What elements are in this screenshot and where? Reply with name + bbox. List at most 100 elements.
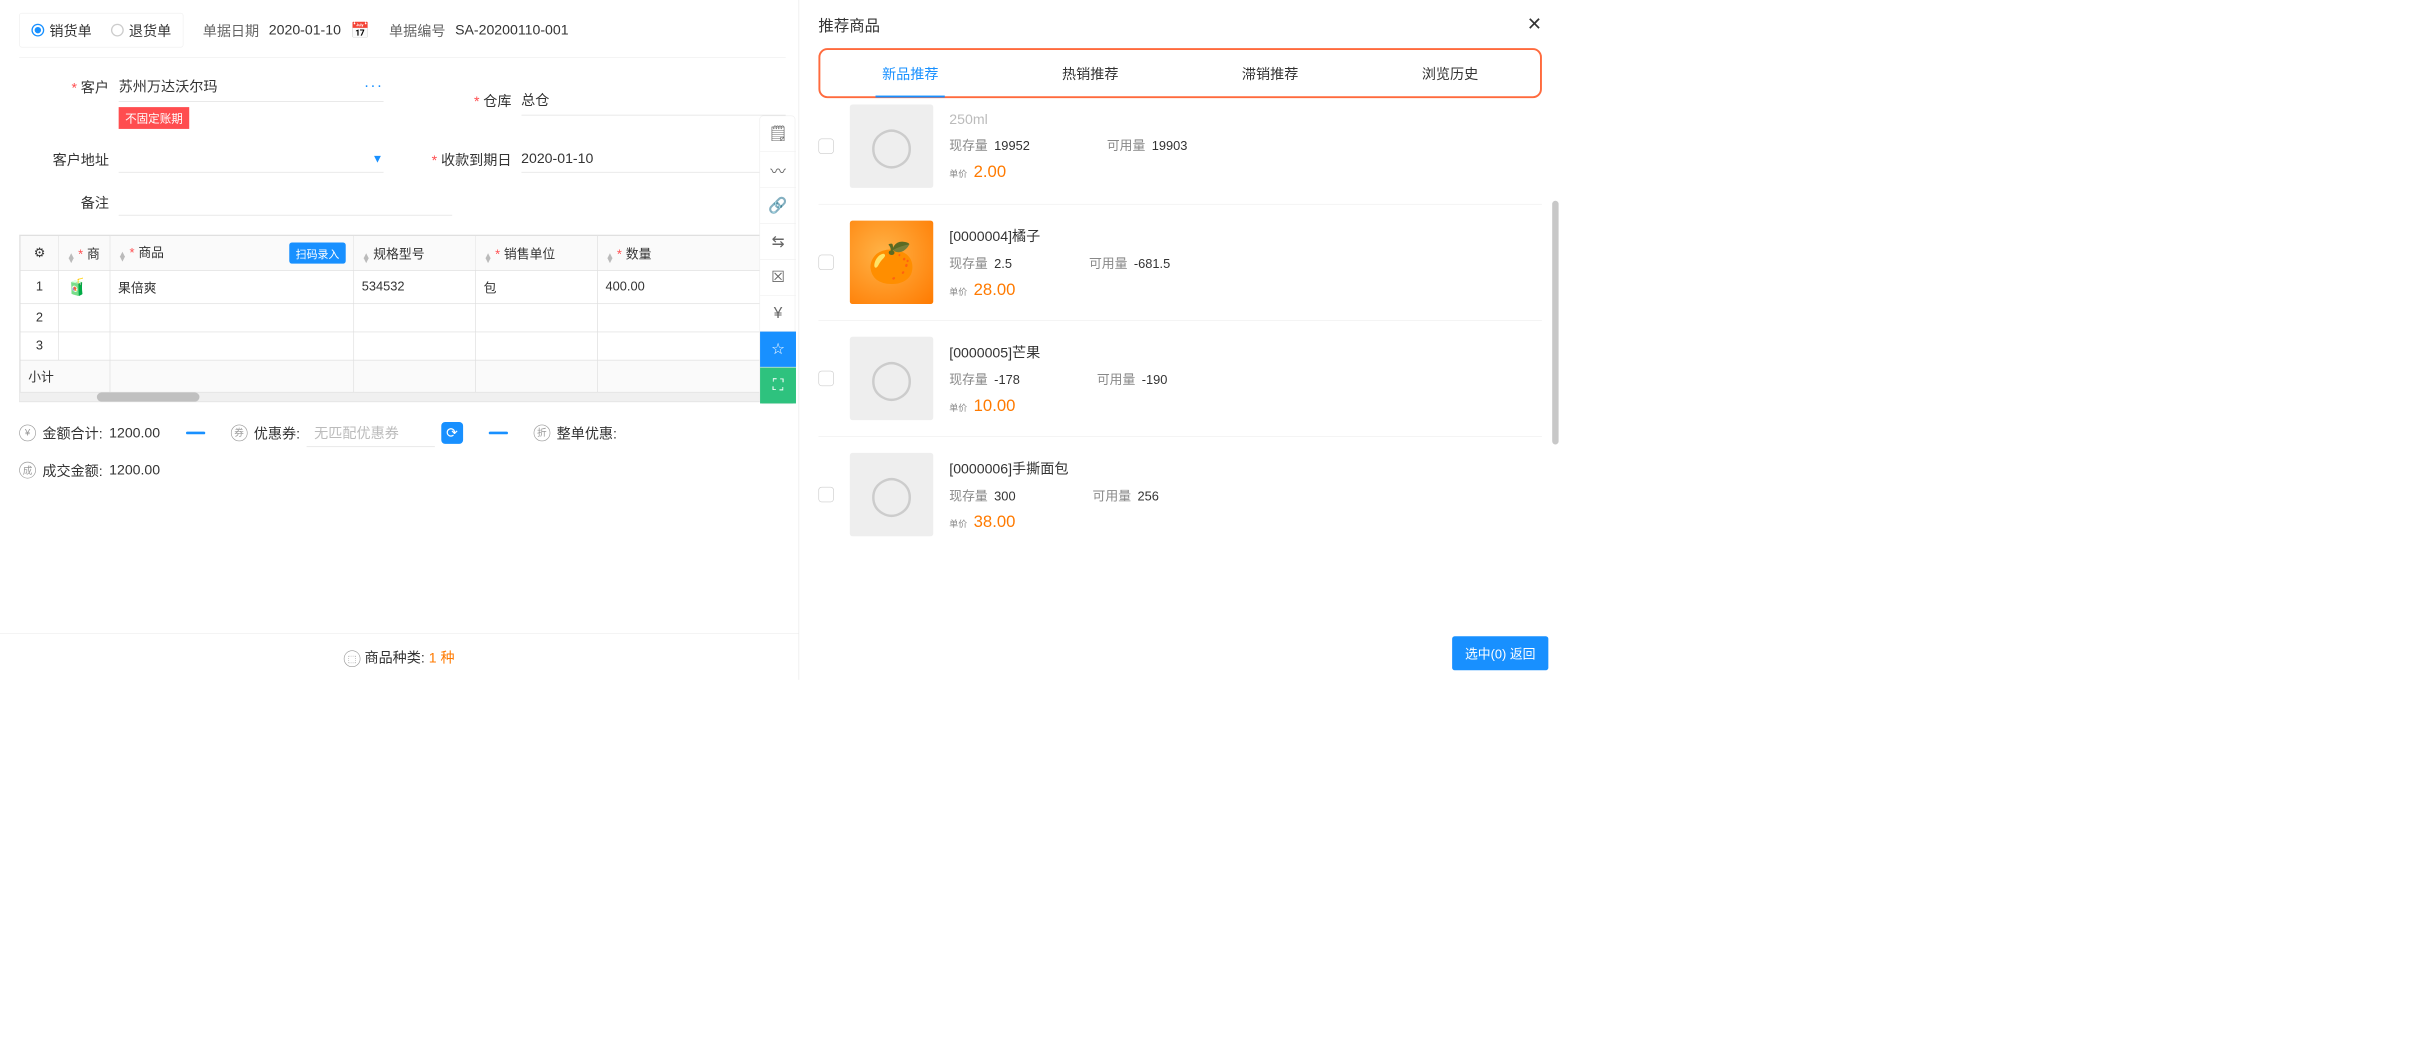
line-items-table: ⚙ ▲▼*商 ▲▼*商品扫码录入 ▲▼规格型号 ▲▼*销售单位 ▲▼*数量 1 … [19,235,785,402]
spec-cell[interactable]: 534532 [354,270,476,303]
discount-icon: 折 [534,424,551,441]
due-input[interactable]: 2020-01-10 [521,145,786,173]
product-row: ◯ 250ml 现存量19952 可用量19903 单价2.00 [818,105,1541,205]
warehouse-label: 仓库 [483,93,511,109]
product-checkbox[interactable] [818,371,833,386]
minus-icon [186,431,205,434]
col-image[interactable]: ▲▼*商 [59,236,110,271]
table-row[interactable]: 1 🧃 果倍爽 534532 包 400.00 [20,270,785,303]
product-name-cell[interactable]: 果倍爽 [110,270,354,303]
product-checkbox[interactable] [818,255,833,270]
col-qty[interactable]: ▲▼*数量 [597,236,784,271]
table-row[interactable]: 2 [20,304,785,332]
link-icon[interactable]: 🔗 [760,188,796,224]
discount-label: 整单优惠: [557,422,617,443]
price-value: 38.00 [974,512,1016,531]
radio-return-order[interactable]: 退货单 [111,20,171,41]
tab-hot-recommend[interactable]: 热销推荐 [1049,58,1131,89]
stock-label: 现存量 [949,257,987,271]
qty-cell[interactable]: 400.00 [597,270,784,303]
sort-icon: ▲▼ [67,253,76,262]
row-index: 1 [20,270,58,303]
swap-icon[interactable]: ⇆ [760,224,796,260]
expand-icon[interactable]: ⛶ [760,368,796,404]
scrollbar-thumb[interactable] [97,393,200,402]
currency-icon[interactable]: ¥ [760,296,796,332]
deal-icon: 成 [19,462,36,479]
product-name: [0000006]手撕面包 [949,457,1542,478]
price-label: 单价 [949,403,967,413]
radio-unchecked-icon [111,24,124,37]
minus-icon [489,431,508,434]
radio-sales-order[interactable]: 销货单 [31,20,91,41]
close-icon[interactable]: ✕ [1527,13,1542,34]
col-spec[interactable]: ▲▼规格型号 [354,236,476,271]
customer-field: *客户 苏州万达沃尔玛 ··· [19,71,383,102]
col-unit[interactable]: ▲▼*销售单位 [476,236,598,271]
stock-value: 2.5 [994,257,1012,271]
subtotal-row: 小计 [20,360,785,392]
scan-input-button[interactable]: 扫码录入 [289,242,345,263]
product-thumb-placeholder: ◯ [850,453,933,536]
coupon-icon: 券 [231,424,248,441]
tab-new-recommend[interactable]: 新品推荐 [869,58,951,89]
settings-column[interactable]: ⚙ [20,236,58,271]
recommend-header: 推荐商品 ✕ [799,0,1561,48]
footer-summary: ⬚ 商品种类: 1 种 [0,633,799,680]
kind-label: 商品种类: [364,650,424,666]
row-index: 2 [20,304,58,332]
package-icon: ⬚ [344,650,361,667]
stock-label: 现存量 [949,139,987,153]
customer-input[interactable]: 苏州万达沃尔玛 ··· [119,71,384,102]
product-checkbox[interactable] [818,487,833,502]
price-label: 单价 [949,169,967,179]
coupon-input[interactable]: 无匹配优惠券 [306,418,434,447]
refresh-coupon-button[interactable]: ⟳ [441,422,463,444]
warehouse-input[interactable]: 总仓 [521,84,786,115]
stock-value: 300 [994,489,1015,503]
remark-field: 备注 [19,189,785,216]
stock-value: 19952 [994,139,1030,153]
selected-return-button[interactable]: 选中(0) 返回 [1452,636,1548,670]
address-input[interactable]: ▼ [119,145,384,172]
tab-browse-history[interactable]: 浏览历史 [1409,58,1491,89]
col-product[interactable]: ▲▼*商品扫码录入 [110,236,354,271]
tab-slow-recommend[interactable]: 滞销推荐 [1229,58,1311,89]
document-number-field: 单据编号 SA-20200110-001 [389,20,569,41]
chevron-down-icon[interactable]: ▼ [372,152,383,165]
account-period-badge: 不固定账期 [119,107,190,129]
calendar-icon[interactable]: 📅 [351,21,370,40]
deal-value: 1200.00 [109,462,160,479]
unit-cell[interactable]: 包 [476,270,598,303]
stock-label: 现存量 [949,489,987,503]
coupon-field: 券 优惠券: 无匹配优惠券 ⟳ [231,418,463,447]
gear-icon[interactable]: ⚙ [34,246,46,260]
date-value[interactable]: 2020-01-10 [269,22,341,39]
sort-icon: ▲▼ [484,253,493,262]
product-thumb-placeholder: ◯ [850,337,933,420]
table-header-row: ⚙ ▲▼*商 ▲▼*商品扫码录入 ▲▼规格型号 ▲▼*销售单位 ▲▼*数量 [20,236,785,271]
horizontal-scrollbar[interactable] [20,393,785,402]
radio-label: 退货单 [129,20,171,41]
product-list[interactable]: ◯ 250ml 现存量19952 可用量19903 单价2.00 🍊 [0000… [799,105,1561,627]
chart-icon[interactable]: 〰 [760,152,796,188]
product-checkbox[interactable] [818,139,833,154]
kind-value: 1 [429,650,437,666]
star-icon[interactable]: ☆ [760,332,796,368]
date-label: 单据日期 [203,20,259,41]
amount-value: 1200.00 [109,424,160,441]
remark-input[interactable] [119,189,453,216]
doc-no-value: SA-20200110-001 [455,22,569,39]
document-header: 销货单 退货单 单据日期 2020-01-10 📅 单据编号 SA-202001… [19,13,785,58]
table-row[interactable]: 3 [20,332,785,360]
radio-checked-icon [31,24,44,37]
archive-icon[interactable]: ☒ [760,260,796,296]
sort-icon: ▲▼ [605,253,614,262]
notes-icon[interactable]: 🗒 [760,116,796,152]
amount-label: 金额合计: [42,422,102,443]
vertical-scrollbar[interactable] [1552,201,1558,445]
avail-value: 19903 [1152,139,1188,153]
avail-label: 可用量 [1107,139,1145,153]
ellipsis-icon[interactable]: ··· [364,77,383,95]
order-discount: 折 整单优惠: [534,422,617,443]
